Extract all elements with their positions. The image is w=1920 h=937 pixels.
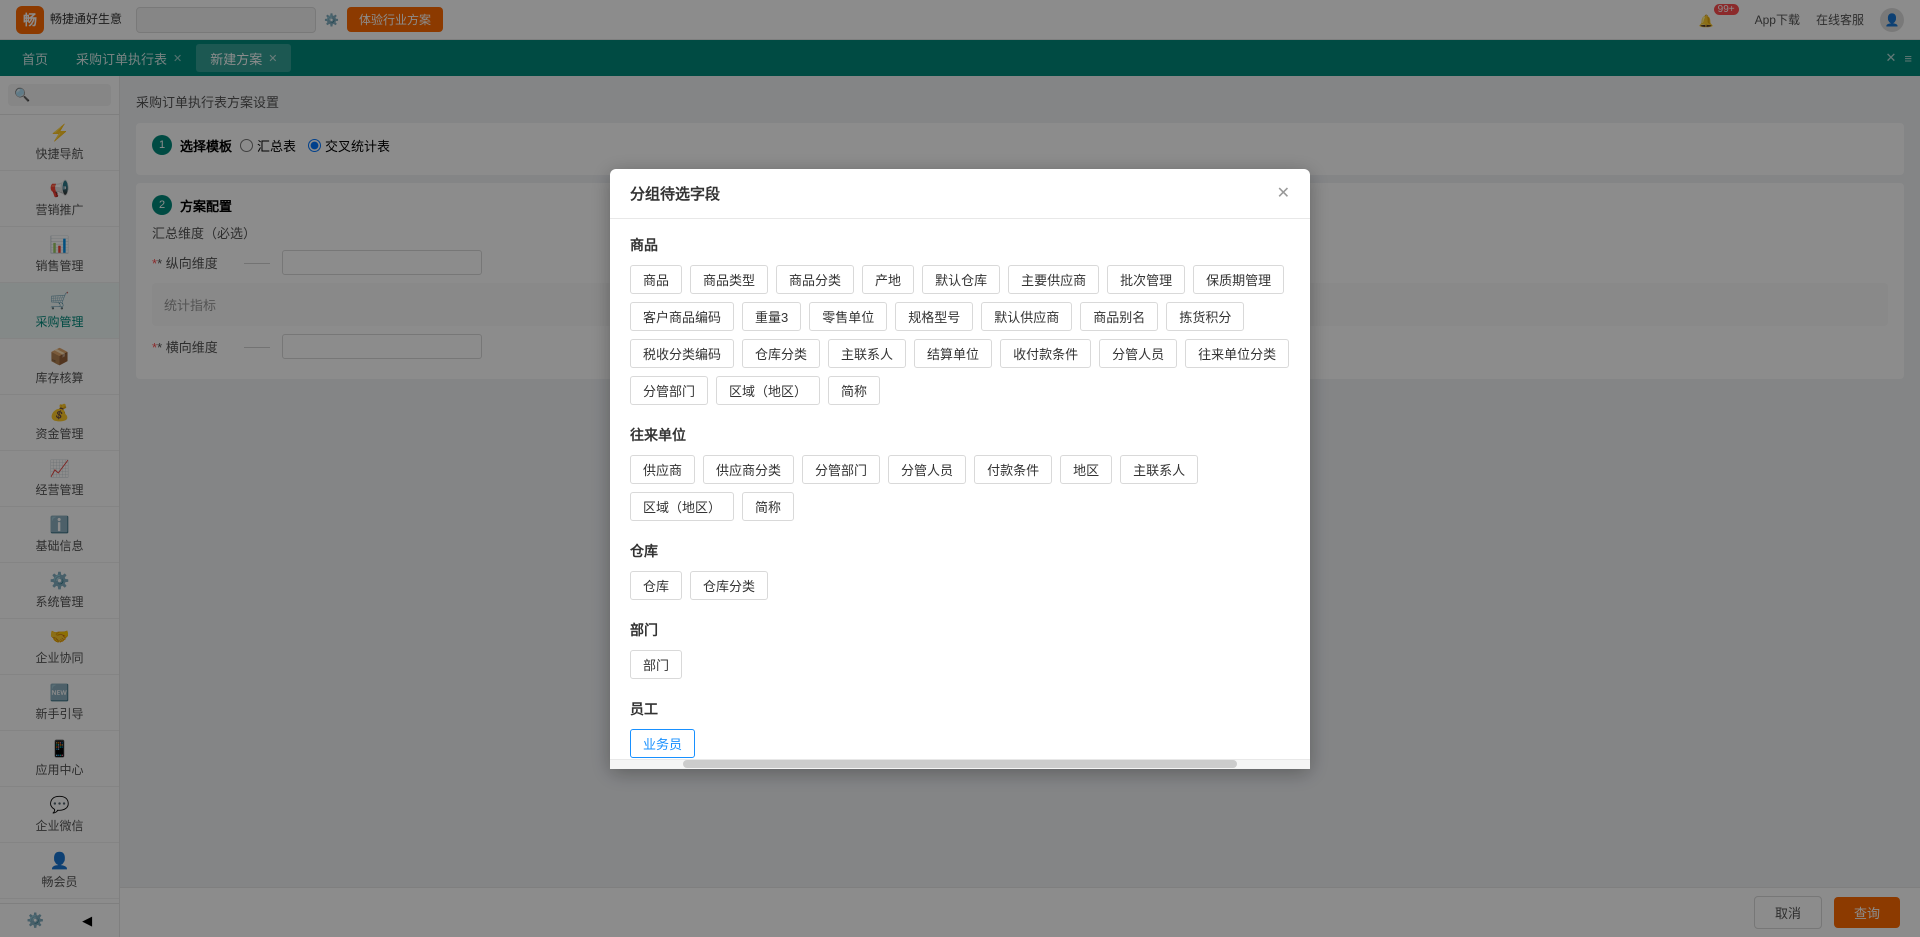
section-product-fields: 商品 商品类型 商品分类 产地 默认仓库 主要供应商 批次管理 保质期管理 客户… <box>630 265 1290 405</box>
modal-dialog: 分组待选字段 ✕ 商品 商品 商品类型 商品分类 产地 默认仓库 主要供应商 批… <box>610 169 1310 769</box>
field-tag[interactable]: 产地 <box>862 265 914 294</box>
field-tag[interactable]: 批次管理 <box>1107 265 1185 294</box>
section-warehouse-fields: 仓库 仓库分类 <box>630 571 1290 600</box>
section-partner-title: 往来单位 <box>630 425 1290 445</box>
field-tag[interactable]: 部门 <box>630 650 682 679</box>
field-tag[interactable]: 仓库 <box>630 571 682 600</box>
field-tag[interactable]: 主联系人 <box>1120 455 1198 484</box>
field-tag[interactable]: 商品分类 <box>776 265 854 294</box>
field-tag[interactable]: 零售单位 <box>809 302 887 331</box>
modal-body[interactable]: 商品 商品 商品类型 商品分类 产地 默认仓库 主要供应商 批次管理 保质期管理… <box>610 219 1310 760</box>
field-tag[interactable]: 简称 <box>828 376 880 405</box>
field-tag[interactable]: 重量3 <box>742 302 801 331</box>
field-tag[interactable]: 仓库分类 <box>742 339 820 368</box>
field-tag[interactable]: 付款条件 <box>974 455 1052 484</box>
field-tag[interactable]: 往来单位分类 <box>1185 339 1289 368</box>
field-tag[interactable]: 供应商分类 <box>703 455 794 484</box>
field-tag[interactable]: 商品类型 <box>690 265 768 294</box>
modal-horizontal-scrollbar[interactable] <box>610 759 1310 768</box>
field-tag[interactable]: 规格型号 <box>895 302 973 331</box>
section-warehouse-title: 仓库 <box>630 541 1290 561</box>
section-product: 商品 商品 商品类型 商品分类 产地 默认仓库 主要供应商 批次管理 保质期管理… <box>630 235 1290 405</box>
field-tag[interactable]: 主要供应商 <box>1008 265 1099 294</box>
section-department: 部门 部门 <box>630 620 1290 679</box>
field-tag[interactable]: 分管人员 <box>888 455 966 484</box>
modal-header: 分组待选字段 ✕ <box>610 169 1310 219</box>
section-partner-fields: 供应商 供应商分类 分管部门 分管人员 付款条件 地区 主联系人 区域（地区） … <box>630 455 1290 521</box>
field-tag[interactable]: 简称 <box>742 492 794 521</box>
field-tag[interactable]: 供应商 <box>630 455 695 484</box>
field-tag[interactable]: 主联系人 <box>828 339 906 368</box>
field-tag[interactable]: 地区 <box>1060 455 1112 484</box>
field-tag[interactable]: 结算单位 <box>914 339 992 368</box>
field-tag[interactable]: 税收分类编码 <box>630 339 734 368</box>
field-tag[interactable]: 分管人员 <box>1099 339 1177 368</box>
field-tag[interactable]: 默认仓库 <box>922 265 1000 294</box>
field-tag[interactable]: 分管部门 <box>802 455 880 484</box>
field-tag[interactable]: 区域（地区） <box>630 492 734 521</box>
section-warehouse: 仓库 仓库 仓库分类 <box>630 541 1290 600</box>
field-tag[interactable]: 仓库分类 <box>690 571 768 600</box>
section-department-title: 部门 <box>630 620 1290 640</box>
field-tag[interactable]: 默认供应商 <box>981 302 1072 331</box>
field-tag[interactable]: 业务员 <box>630 729 695 758</box>
section-department-fields: 部门 <box>630 650 1290 679</box>
field-tag[interactable]: 分管部门 <box>630 376 708 405</box>
section-partner: 往来单位 供应商 供应商分类 分管部门 分管人员 付款条件 地区 主联系人 区域… <box>630 425 1290 521</box>
field-tag[interactable]: 区域（地区） <box>716 376 820 405</box>
field-tag[interactable]: 拣货积分 <box>1166 302 1244 331</box>
field-tag[interactable]: 商品 <box>630 265 682 294</box>
field-tag[interactable]: 商品别名 <box>1080 302 1158 331</box>
section-employee-title: 员工 <box>630 699 1290 719</box>
section-product-title: 商品 <box>630 235 1290 255</box>
modal-title: 分组待选字段 <box>630 183 720 204</box>
section-employee: 员工 业务员 <box>630 699 1290 758</box>
field-tag[interactable]: 客户商品编码 <box>630 302 734 331</box>
field-tag[interactable]: 保质期管理 <box>1193 265 1284 294</box>
field-tag[interactable]: 收付款条件 <box>1000 339 1091 368</box>
section-employee-fields: 业务员 <box>630 729 1290 758</box>
modal-overlay: 分组待选字段 ✕ 商品 商品 商品类型 商品分类 产地 默认仓库 主要供应商 批… <box>0 0 1920 937</box>
modal-close-button[interactable]: ✕ <box>1277 183 1290 203</box>
